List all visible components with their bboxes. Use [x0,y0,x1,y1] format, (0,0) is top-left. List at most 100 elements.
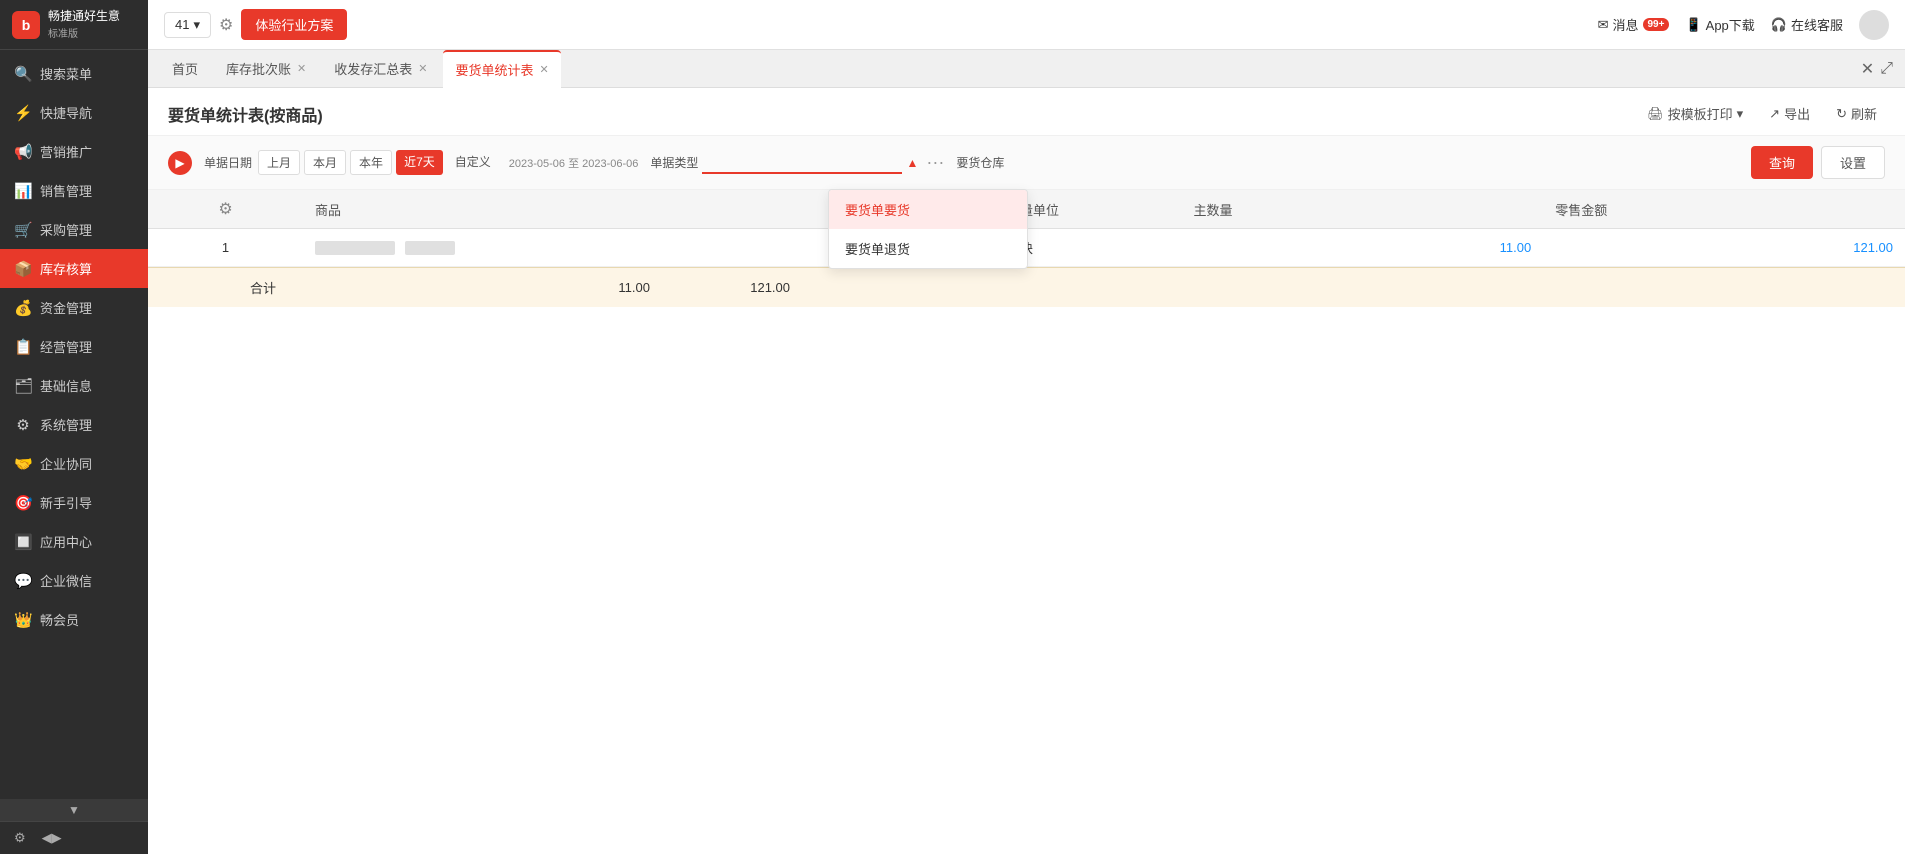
tab-close-order-stats[interactable]: ✕ [540,63,549,76]
refresh-icon: ↻ [1836,106,1847,122]
refresh-button[interactable]: ↻ 刷新 [1828,100,1885,127]
sidebar-label-quick-nav: 快捷导航 [40,103,92,122]
date-curr-year-btn[interactable]: 本年 [350,150,392,175]
sidebar-icon-member: 👑 [14,611,32,629]
date-custom-btn[interactable]: 自定义 [447,150,499,175]
sidebar-item-purchase[interactable]: 🛒采购管理 [0,210,148,249]
sidebar-item-wechat[interactable]: 💬企业微信 [0,561,148,600]
sidebar-item-member[interactable]: 👑畅会员 [0,600,148,639]
online-service-button[interactable]: 🎧 在线客服 [1771,15,1843,34]
tab-close-inventory-batch[interactable]: ✕ [297,62,306,75]
tab-inventory-batch[interactable]: 库存批次账 ✕ [214,50,318,88]
tab-label-inventory-batch: 库存批次账 [226,59,291,78]
tab-close-receipt-summary[interactable]: ✕ [418,62,427,75]
type-filter-arrow[interactable]: ▲ [906,156,918,170]
date-prev-month-btn[interactable]: 上月 [258,150,300,175]
sidebar-item-guide[interactable]: 🎯新手引导 [0,483,148,522]
sidebar-label-enterprise: 企业协同 [40,454,92,473]
date-curr-month-btn[interactable]: 本月 [304,150,346,175]
industry-solution-button[interactable]: 体验行业方案 [241,9,347,40]
topbar: 41 ▾ ⚙ 体验行业方案 ✉ 消息 99+ 📱 App下载 🎧 在线客服 [148,0,1905,50]
tabs-bar: 首页库存批次账 ✕ 收发存汇总表 ✕ 要货单统计表 ✕ ✕ ⤢ [148,50,1905,88]
online-service-label: 在线客服 [1791,15,1843,34]
sidebar-label-search: 搜索菜单 [40,64,92,83]
sidebar-settings-icon[interactable]: ⚙ [14,830,26,846]
page-header-actions: 🖨 按模板打印 ▾ ↗ 导出 ↻ 刷新 [1639,100,1885,127]
store-selector[interactable]: 41 ▾ [164,12,211,38]
col-goods-header: 商品 [303,190,871,229]
cell-amount-0: 121.00 [1543,229,1905,267]
goods-name-placeholder [315,241,395,255]
sidebar-icon-base: 🗂 [14,377,32,395]
table-footer: 合计 11.00 121.00 [148,267,1905,307]
sidebar-item-finance[interactable]: 💰资金管理 [0,288,148,327]
tab-label-receipt-summary: 收发存汇总表 [334,59,412,78]
tabs-controls: ✕ ⤢ [1861,59,1893,79]
col-settings-header[interactable]: ⚙ [148,190,303,229]
sidebar-item-enterprise[interactable]: 🤝企业协同 [0,444,148,483]
print-template-button[interactable]: 🖨 按模板打印 ▾ [1639,100,1751,127]
tab-expand-button[interactable]: ⤢ [1880,59,1893,79]
sidebar-item-marketing[interactable]: 📢 营销推广 [0,132,148,171]
tab-order-stats[interactable]: 要货单统计表 ✕ [443,50,560,88]
sidebar-icon-quick-nav: ⚡ [14,104,32,122]
date-filter-label: 单据日期 [204,154,252,171]
sidebar-icon-wechat: 💬 [14,572,32,590]
messages-label: 消息 [1612,15,1638,34]
sidebar-toggle-icon[interactable]: ◀▶ [42,830,62,846]
query-button[interactable]: 查询 [1751,146,1813,179]
type-filter-label: 单据类型 [650,154,698,171]
topbar-settings-icon[interactable]: ⚙ [219,15,233,35]
online-service-icon: 🎧 [1771,17,1787,33]
export-icon: ↗ [1769,106,1780,122]
topbar-right: ✉ 消息 99+ 📱 App下载 🎧 在线客服 [1598,10,1889,40]
sidebar-scroll-down[interactable]: ▼ [0,799,148,821]
type-filter-input[interactable] [702,151,902,174]
sidebar-label-system: 系统管理 [40,415,92,434]
date-week-btn[interactable]: 近7天 [396,150,443,175]
filter-expand-button[interactable]: ▶ [168,151,192,175]
user-avatar[interactable] [1859,10,1889,40]
tab-close-all-button[interactable]: ✕ [1861,59,1874,79]
messages-badge: 99+ [1643,18,1670,31]
sidebar-item-base[interactable]: 🗂基础信息 [0,366,148,405]
store-name: 41 [175,17,189,32]
tab-label-order-stats: 要货单统计表 [455,60,533,79]
sidebar-icon-sales: 📊 [14,182,32,200]
sidebar-icon-inventory: 📦 [14,260,32,278]
tab-home[interactable]: 首页 [160,50,210,88]
tab-receipt-summary[interactable]: 收发存汇总表 ✕ [322,50,439,88]
sidebar-item-system[interactable]: ⚙系统管理 [0,405,148,444]
type-filter-more[interactable]: ··· [926,152,944,173]
sidebar-icon-marketing: 📢 [14,143,32,161]
footer-qty: 11.00 [510,280,650,295]
type-filter-group: 单据类型 ▲ ··· [650,151,944,174]
dropdown-item-return[interactable]: 要货单退货 [829,229,1027,268]
app-download-icon: 📱 [1685,17,1701,33]
sidebar-logo: b 畅捷通好生意 标准版 [0,0,148,50]
filter-bar: ▶ 单据日期 上月 本月 本年 近7天 自定义 2023-05-06 至 202… [148,136,1905,190]
print-dropdown-icon: ▾ [1737,106,1744,122]
sidebar-icon-guide: 🎯 [14,494,32,512]
main-area: 41 ▾ ⚙ 体验行业方案 ✉ 消息 99+ 📱 App下载 🎧 在线客服 [148,0,1905,854]
app-download-button[interactable]: 📱 App下载 [1685,15,1754,34]
settings-button[interactable]: 设置 [1821,146,1885,179]
sidebar-item-operations[interactable]: 📋经营管理 [0,327,148,366]
sidebar-item-search[interactable]: 🔍搜索菜单 [0,54,148,93]
sidebar-label-operations: 经营管理 [40,337,92,356]
date-filter-group: 单据日期 上月 本月 本年 近7天 自定义 2023-05-06 至 2023-… [204,150,638,175]
dropdown-item-order[interactable]: 要货单要货 [829,190,1027,229]
sidebar-item-quick-nav[interactable]: ⚡ 快捷导航 [0,93,148,132]
messages-button[interactable]: ✉ 消息 99+ [1598,15,1670,34]
col-amount-header: 零售金额 [1543,190,1905,229]
sidebar-item-inventory[interactable]: 📦库存核算 [0,249,148,288]
table-settings-icon[interactable]: ⚙ [218,201,232,218]
col-qty-header: 主数量 [1182,190,1544,229]
cell-seq-0: 1 [148,229,303,267]
sidebar-label-marketing: 营销推广 [40,142,92,161]
sidebar-item-sales[interactable]: 📊销售管理 [0,171,148,210]
topbar-left: 41 ▾ ⚙ 体验行业方案 [164,9,1586,40]
sidebar-item-apps[interactable]: 🔲应用中心 [0,522,148,561]
export-button[interactable]: ↗ 导出 [1761,100,1818,127]
app-logo-text: 畅捷通好生意 标准版 [48,9,120,40]
